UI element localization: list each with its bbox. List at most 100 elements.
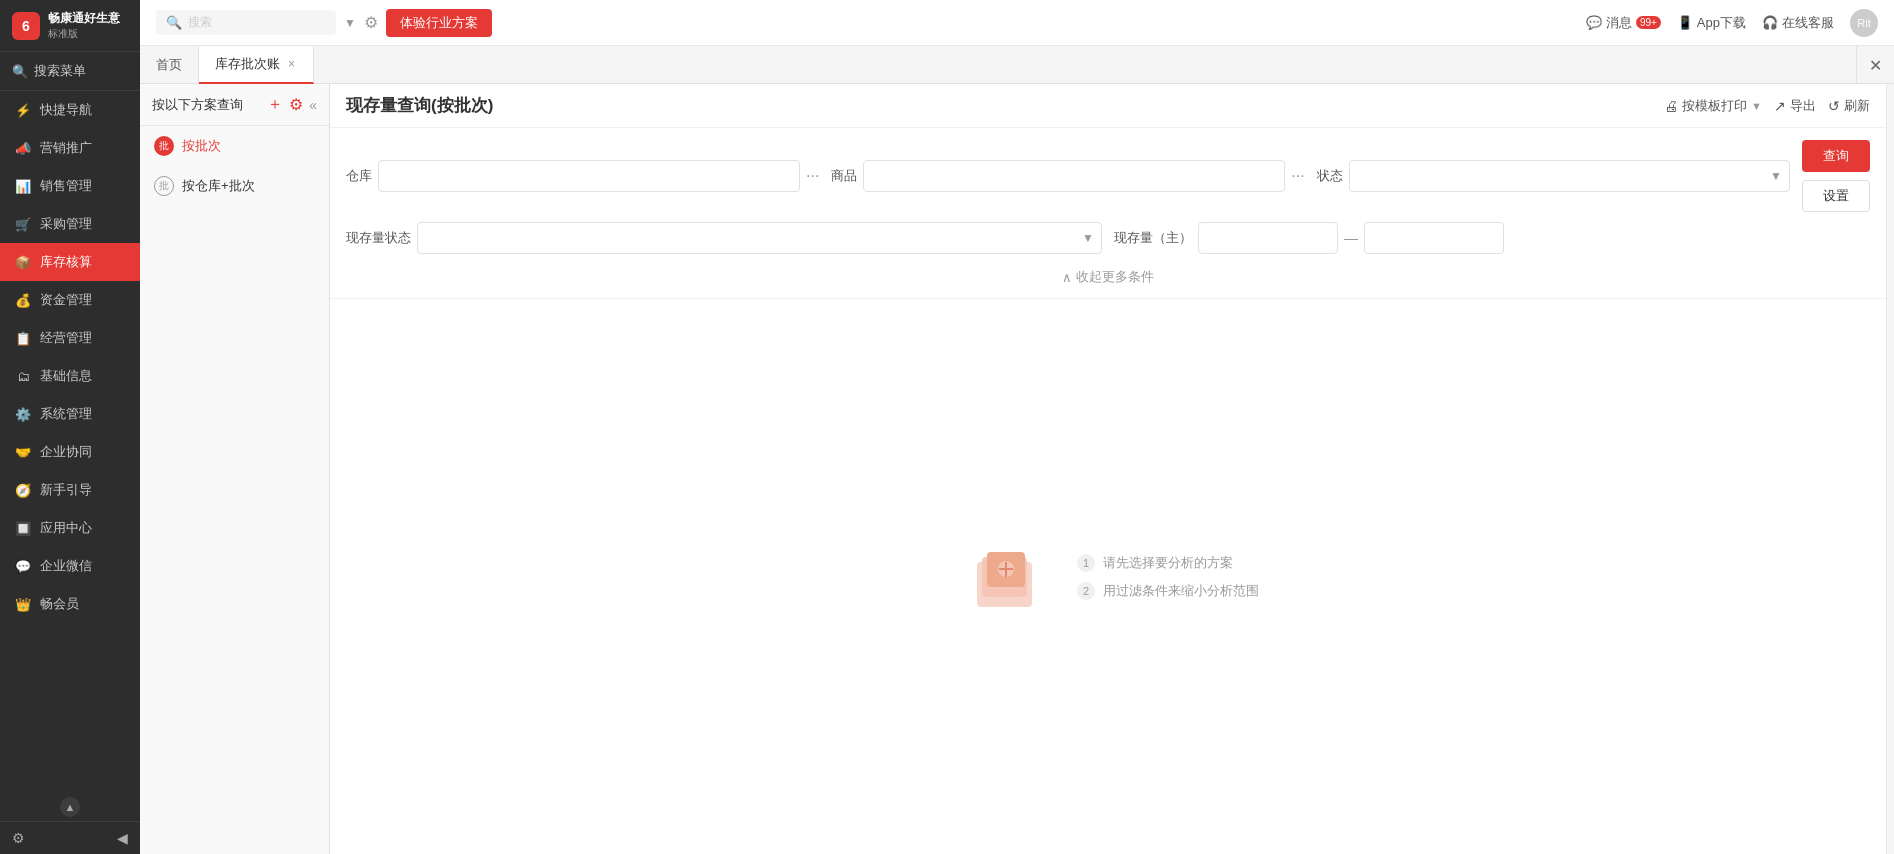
sidebar-item-member[interactable]: 👑 畅会员 xyxy=(0,585,140,623)
app-download-item[interactable]: 📱 App下载 xyxy=(1677,14,1746,32)
inventory-status-filter: 现存量状态 ▼ xyxy=(346,222,1102,254)
page-title: 现存量查询(按批次) xyxy=(346,94,493,117)
operation-icon: 📋 xyxy=(14,329,32,347)
topbar-dropdown-icon[interactable]: ▼ xyxy=(344,16,356,30)
topbar-left: 🔍 搜索 ▼ ⚙ 体验行业方案 xyxy=(156,9,1576,37)
sidebar-item-finance[interactable]: 💰 资金管理 xyxy=(0,281,140,319)
scheme-by-warehouse-batch[interactable]: 批 按仓库+批次 xyxy=(140,166,329,206)
tab-close-icon[interactable]: × xyxy=(286,55,297,73)
sidebar-item-sales[interactable]: 📊 销售管理 xyxy=(0,167,140,205)
sidebar-footer: ⚙ ◀ xyxy=(0,821,140,854)
collapse-more-btn[interactable]: ∧ 收起更多条件 xyxy=(346,264,1870,286)
enterprise-icon: 🤝 xyxy=(14,443,32,461)
right-scrollbar[interactable] xyxy=(1886,84,1894,854)
brand-name: 畅康通好生意 xyxy=(48,10,120,27)
footer-settings-icon[interactable]: ⚙ xyxy=(12,830,25,846)
inventory-qty-label: 现存量（主） xyxy=(1114,229,1192,247)
sidebar-header: 6 畅康通好生意 标准版 xyxy=(0,0,140,52)
footer-collapse-icon[interactable]: ◀ xyxy=(117,830,128,846)
phone-icon: 📱 xyxy=(1677,15,1693,30)
collapse-more-icon: ∧ xyxy=(1062,270,1072,285)
query-button[interactable]: 查询 xyxy=(1802,140,1870,172)
trial-button[interactable]: 体验行业方案 xyxy=(386,9,492,37)
topbar-search-box[interactable]: 🔍 搜索 xyxy=(156,10,336,35)
online-support-item[interactable]: 🎧 在线客服 xyxy=(1762,14,1834,32)
warehouse-input[interactable] xyxy=(378,160,800,192)
inventory-qty-from-input[interactable] xyxy=(1198,222,1338,254)
product-label: 商品 xyxy=(831,167,857,185)
sidebar-item-inventory[interactable]: 📦 库存核算 xyxy=(0,243,140,281)
messages-item[interactable]: 💬 消息 99+ xyxy=(1586,14,1661,32)
sidebar-item-apps[interactable]: 🔲 应用中心 xyxy=(0,509,140,547)
print-dropdown-icon[interactable]: ▼ xyxy=(1751,100,1762,112)
status-filter: 状态 ▼ xyxy=(1317,160,1790,192)
sidebar-nav: ⚡ 快捷导航 📣 营销推广 📊 销售管理 🛒 采购管理 📦 库存核算 💰 资金管… xyxy=(0,91,140,793)
scheme-active-icon: 批 xyxy=(154,136,174,156)
topbar-right: 💬 消息 99+ 📱 App下载 🎧 在线客服 Rit xyxy=(1586,9,1878,37)
tabbar-close-button[interactable]: ✕ xyxy=(1856,46,1894,84)
sidebar-item-guide[interactable]: 🧭 新手引导 xyxy=(0,471,140,509)
search-icon: 🔍 xyxy=(12,64,28,79)
marketing-icon: 📣 xyxy=(14,139,32,157)
empty-num-1: 1 xyxy=(1077,554,1095,572)
topbar-search-icon: 🔍 xyxy=(166,15,182,30)
sidebar-scroll-up: ▲ xyxy=(0,793,140,821)
message-icon: 💬 xyxy=(1586,15,1602,30)
sales-icon: 📊 xyxy=(14,177,32,195)
topbar-search-text: 搜索 xyxy=(188,14,212,31)
inventory-qty-to-input[interactable] xyxy=(1364,222,1504,254)
warehouse-label: 仓库 xyxy=(346,167,372,185)
empty-illustration xyxy=(957,527,1057,627)
tab-home[interactable]: 首页 xyxy=(140,46,199,84)
sidebar-item-marketing[interactable]: 📣 营销推广 xyxy=(0,129,140,167)
content-area: 按以下方案查询 ＋ ⚙ « 批 按批次 批 按仓库+批次 现存量查询(按批次) xyxy=(140,84,1894,854)
topbar-gear-icon[interactable]: ⚙ xyxy=(364,13,378,32)
main-area: 🔍 搜索 ▼ ⚙ 体验行业方案 💬 消息 99+ 📱 App下载 🎧 在线客服 xyxy=(140,0,1894,854)
member-icon: 👑 xyxy=(14,595,32,613)
print-button[interactable]: 🖨 按模板打印 ▼ xyxy=(1664,97,1762,115)
inventory-icon: 📦 xyxy=(14,253,32,271)
sidebar-item-wechat[interactable]: 💬 企业微信 xyxy=(0,547,140,585)
system-icon: ⚙️ xyxy=(14,405,32,423)
sidebar-item-enterprise[interactable]: 🤝 企业协同 xyxy=(0,433,140,471)
product-input[interactable] xyxy=(863,160,1285,192)
warehouse-more-icon[interactable]: ··· xyxy=(806,167,819,185)
sidebar-item-purchase[interactable]: 🛒 采购管理 xyxy=(0,205,140,243)
empty-state: 1 请先选择要分析的方案 2 用过滤条件来缩小分析范围 xyxy=(330,299,1886,854)
tab-inventory-batch[interactable]: 库存批次账 × xyxy=(199,46,314,84)
sidebar-item-system[interactable]: ⚙️ 系统管理 xyxy=(0,395,140,433)
wechat-icon: 💬 xyxy=(14,557,32,575)
empty-text-block: 1 请先选择要分析的方案 2 用过滤条件来缩小分析范围 xyxy=(1077,554,1259,600)
export-button[interactable]: ↗ 导出 xyxy=(1774,97,1816,115)
tabbar: 首页 库存批次账 × ✕ xyxy=(140,46,1894,84)
scheme-by-batch[interactable]: 批 按批次 xyxy=(140,126,329,166)
sidebar-item-quick-nav[interactable]: ⚡ 快捷导航 xyxy=(0,91,140,129)
export-icon: ↗ xyxy=(1774,98,1786,114)
inventory-status-select[interactable] xyxy=(417,222,1102,254)
warehouse-filter: 仓库 ··· xyxy=(346,160,819,192)
left-panel: 按以下方案查询 ＋ ⚙ « 批 按批次 批 按仓库+批次 xyxy=(140,84,330,854)
qty-range-dash: — xyxy=(1344,230,1358,246)
settings-button[interactable]: 设置 xyxy=(1802,180,1870,212)
filter-row-1: 仓库 ··· 商品 ··· 状态 xyxy=(346,140,1870,212)
inventory-status-label: 现存量状态 xyxy=(346,229,411,247)
scheme-settings-icon[interactable]: ⚙ xyxy=(289,95,303,114)
quick-nav-icon: ⚡ xyxy=(14,101,32,119)
guide-icon: 🧭 xyxy=(14,481,32,499)
search-menu[interactable]: 🔍 搜索菜单 xyxy=(0,52,140,91)
app-logo: 6 xyxy=(12,12,40,40)
user-avatar[interactable]: Rit xyxy=(1850,9,1878,37)
sidebar-item-basics[interactable]: 🗂 基础信息 xyxy=(0,357,140,395)
status-select[interactable] xyxy=(1349,160,1790,192)
sidebar-item-operation[interactable]: 📋 经营管理 xyxy=(0,319,140,357)
scroll-up-btn[interactable]: ▲ xyxy=(60,797,80,817)
product-filter: 商品 ··· xyxy=(831,160,1304,192)
query-actions: 查询 设置 xyxy=(1802,140,1870,212)
right-panel: 现存量查询(按批次) 🖨 按模板打印 ▼ ↗ 导出 ↺ 刷新 xyxy=(330,84,1886,854)
product-more-icon[interactable]: ··· xyxy=(1291,167,1304,185)
refresh-icon: ↺ xyxy=(1828,98,1840,114)
topbar: 🔍 搜索 ▼ ⚙ 体验行业方案 💬 消息 99+ 📱 App下载 🎧 在线客服 xyxy=(140,0,1894,46)
panel-collapse-icon[interactable]: « xyxy=(309,97,317,113)
refresh-button[interactable]: ↺ 刷新 xyxy=(1828,97,1870,115)
add-scheme-icon[interactable]: ＋ xyxy=(267,94,283,115)
